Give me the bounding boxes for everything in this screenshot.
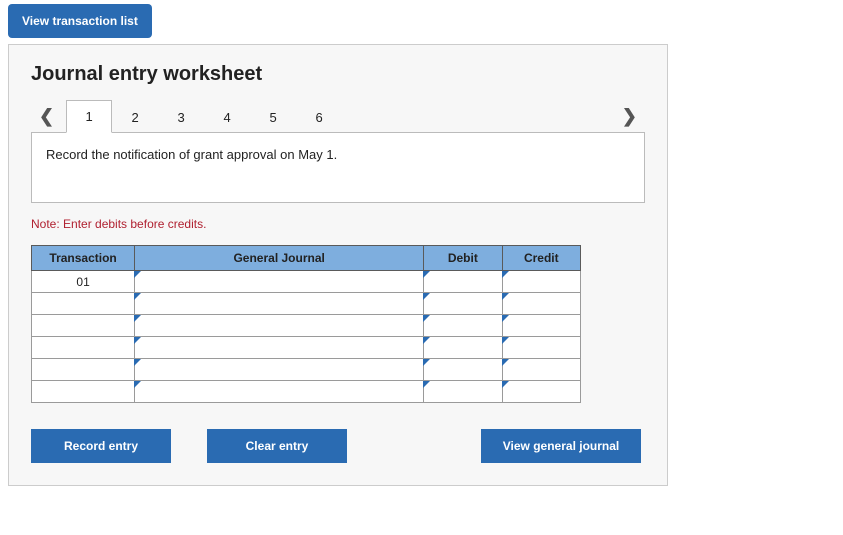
tab-5[interactable]: 5 bbox=[250, 101, 296, 133]
cell-account-dropdown[interactable] bbox=[135, 315, 424, 337]
tab-3[interactable]: 3 bbox=[158, 101, 204, 133]
cell-account-dropdown[interactable] bbox=[135, 271, 424, 293]
clear-entry-button[interactable]: Clear entry bbox=[207, 429, 347, 463]
header-general-journal: General Journal bbox=[135, 246, 424, 271]
table-row bbox=[32, 293, 581, 315]
cell-debit[interactable] bbox=[424, 315, 502, 337]
table-row bbox=[32, 337, 581, 359]
tab-1[interactable]: 1 bbox=[66, 100, 112, 133]
cell-credit[interactable] bbox=[502, 271, 580, 293]
chevron-right-icon[interactable]: ❯ bbox=[614, 106, 645, 127]
button-row: Record entry Clear entry View general jo… bbox=[31, 429, 641, 463]
instruction-text: Record the notification of grant approva… bbox=[46, 147, 337, 162]
cell-debit[interactable] bbox=[424, 337, 502, 359]
instruction-box: Record the notification of grant approva… bbox=[31, 132, 645, 203]
worksheet-panel: Journal entry worksheet ❮ 123456 ❯ Recor… bbox=[8, 44, 668, 486]
cell-debit[interactable] bbox=[424, 271, 502, 293]
header-transaction: Transaction bbox=[32, 246, 135, 271]
cell-account-dropdown[interactable] bbox=[135, 381, 424, 403]
cell-debit[interactable] bbox=[424, 293, 502, 315]
cell-debit[interactable] bbox=[424, 359, 502, 381]
cell-transaction[interactable] bbox=[32, 359, 135, 381]
note-text: Note: Enter debits before credits. bbox=[31, 217, 645, 231]
table-row: 01 bbox=[32, 271, 581, 293]
record-entry-button[interactable]: Record entry bbox=[31, 429, 171, 463]
tab-2[interactable]: 2 bbox=[112, 101, 158, 133]
journal-table: Transaction General Journal Debit Credit… bbox=[31, 245, 581, 403]
cell-transaction[interactable]: 01 bbox=[32, 271, 135, 293]
view-transaction-list-button[interactable]: View transaction list bbox=[8, 4, 152, 38]
table-row bbox=[32, 315, 581, 337]
cell-transaction[interactable] bbox=[32, 337, 135, 359]
tab-4[interactable]: 4 bbox=[204, 101, 250, 133]
chevron-left-icon[interactable]: ❮ bbox=[31, 106, 62, 127]
cell-transaction[interactable] bbox=[32, 315, 135, 337]
cell-credit[interactable] bbox=[502, 381, 580, 403]
header-debit: Debit bbox=[424, 246, 502, 271]
cell-credit[interactable] bbox=[502, 293, 580, 315]
page-title: Journal entry worksheet bbox=[31, 63, 645, 86]
cell-account-dropdown[interactable] bbox=[135, 359, 424, 381]
cell-debit[interactable] bbox=[424, 381, 502, 403]
tabs: 123456 bbox=[66, 100, 342, 133]
cell-credit[interactable] bbox=[502, 359, 580, 381]
header-credit: Credit bbox=[502, 246, 580, 271]
table-row bbox=[32, 359, 581, 381]
view-general-journal-button[interactable]: View general journal bbox=[481, 429, 641, 463]
cell-credit[interactable] bbox=[502, 315, 580, 337]
tab-6[interactable]: 6 bbox=[296, 101, 342, 133]
cell-account-dropdown[interactable] bbox=[135, 337, 424, 359]
cell-transaction[interactable] bbox=[32, 381, 135, 403]
cell-transaction[interactable] bbox=[32, 293, 135, 315]
tab-row: ❮ 123456 ❯ bbox=[31, 100, 645, 133]
table-row bbox=[32, 381, 581, 403]
cell-credit[interactable] bbox=[502, 337, 580, 359]
cell-account-dropdown[interactable] bbox=[135, 293, 424, 315]
